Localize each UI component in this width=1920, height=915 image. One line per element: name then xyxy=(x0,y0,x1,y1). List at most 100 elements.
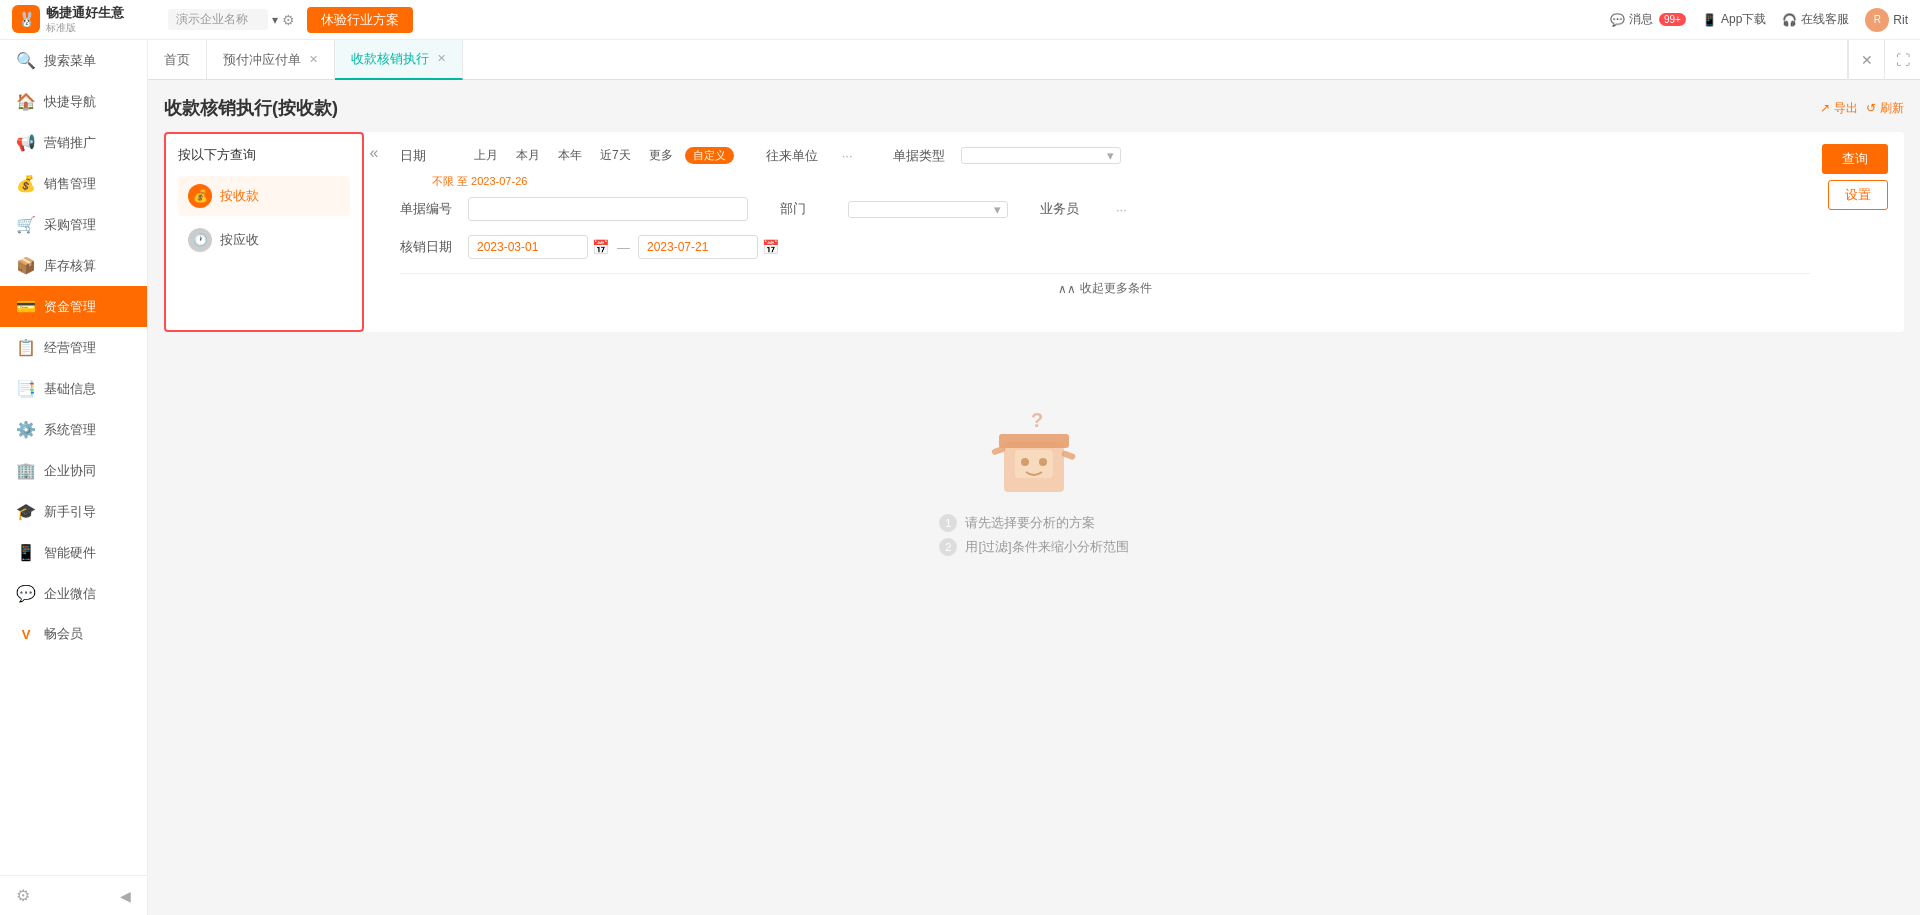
tab-collection-close[interactable]: ✕ xyxy=(437,52,446,65)
page-title: 收款核销执行(按收款) xyxy=(164,96,338,120)
svg-point-4 xyxy=(1039,458,1047,466)
date-btn-this-year[interactable]: 本年 xyxy=(552,145,588,166)
sidebar-item-funds[interactable]: 💳 资金管理 xyxy=(0,286,147,327)
sidebar-item-purchase[interactable]: 🛒 采购管理 xyxy=(0,204,147,245)
svg-rect-2 xyxy=(1015,450,1053,478)
date-filter: 上月 本月 本年 近7天 更多 自定义 xyxy=(468,145,734,166)
sidebar-item-enterprise[interactable]: 🏢 企业协同 xyxy=(0,450,147,491)
sidebar-collapse-icon[interactable]: ◀ xyxy=(120,888,131,904)
date-btn-7days[interactable]: 近7天 xyxy=(594,145,637,166)
verify-date-end-wrapper: 📅 xyxy=(638,235,779,259)
user-profile[interactable]: R Rit xyxy=(1865,8,1908,32)
query-left-title: 按以下方查询 xyxy=(178,146,350,164)
sidebar-item-inventory[interactable]: 📦 库存核算 xyxy=(0,245,147,286)
funds-icon: 💳 xyxy=(16,297,36,316)
online-service-button[interactable]: 🎧 在线客服 xyxy=(1782,11,1849,28)
hint-number-2: 2 xyxy=(939,538,957,556)
dept-arrow-icon: ▾ xyxy=(988,202,1007,217)
online-service-icon: 🎧 xyxy=(1782,13,1797,27)
date-btn-more[interactable]: 更多 xyxy=(643,145,679,166)
export-button[interactable]: ↗ 导出 xyxy=(1820,100,1858,117)
sidebar-item-operation[interactable]: 📋 经营管理 xyxy=(0,327,147,368)
collapse-up-icon: ∧∧ xyxy=(1058,282,1076,296)
staff-group: 业务员 ··· xyxy=(1040,198,1135,221)
message-badge: 99+ xyxy=(1659,13,1686,26)
staff-label: 业务员 xyxy=(1040,200,1100,218)
voucher-no-input[interactable] xyxy=(468,197,748,221)
company-dropdown-icon[interactable]: ▾ xyxy=(272,13,278,27)
sidebar-item-smart-hw[interactable]: 📱 智能硬件 xyxy=(0,532,147,573)
verify-date-start-input[interactable] xyxy=(468,235,588,259)
query-option-by-receivable[interactable]: 🕐 按应收 xyxy=(178,220,350,260)
tab-bar: 首页 预付冲应付单 ✕ 收款核销执行 ✕ ✕ ⛶ xyxy=(148,40,1920,80)
sidebar-item-system[interactable]: ⚙️ 系统管理 xyxy=(0,409,147,450)
date-btn-this-month[interactable]: 本月 xyxy=(510,145,546,166)
voucher-type-select[interactable]: ▾ xyxy=(961,147,1121,164)
counterpart-group: 往来单位 ··· xyxy=(766,144,861,167)
quick-nav-icon: 🏠 xyxy=(16,92,36,111)
tab-prepay[interactable]: 预付冲应付单 ✕ xyxy=(207,40,335,80)
svg-text:?: ? xyxy=(1031,409,1043,431)
refresh-button[interactable]: ↺ 刷新 xyxy=(1866,100,1904,117)
query-row-2: 单据编号 部门 ▾ xyxy=(400,197,1810,221)
tab-close-all-button[interactable]: ✕ xyxy=(1848,40,1884,80)
query-button[interactable]: 查询 xyxy=(1822,144,1888,174)
sidebar-item-basic-info[interactable]: 📑 基础信息 xyxy=(0,368,147,409)
company-selector[interactable]: 演示企业名称 xyxy=(168,9,268,30)
page-header: 收款核销执行(按收款) ↗ 导出 ↺ 刷新 xyxy=(164,96,1904,120)
empty-hint-2: 2 用[过滤]条件来缩小分析范围 xyxy=(939,538,1128,556)
operation-icon: 📋 xyxy=(16,338,36,357)
system-icon: ⚙️ xyxy=(16,420,36,439)
logo-icon: 🐰 xyxy=(12,5,40,33)
counterpart-input[interactable]: ··· xyxy=(834,144,861,167)
sidebar-item-sales[interactable]: 💰 销售管理 xyxy=(0,163,147,204)
inventory-icon: 📦 xyxy=(16,256,36,275)
tab-collection[interactable]: 收款核销执行 ✕ xyxy=(335,40,463,80)
verify-date-end-input[interactable] xyxy=(638,235,758,259)
query-right-panel: 日期 上月 本月 本年 近7天 更多 自定义 xyxy=(384,132,1904,332)
sidebar-item-guide[interactable]: 🎓 新手引导 xyxy=(0,491,147,532)
tab-prepay-close[interactable]: ✕ xyxy=(309,53,318,66)
setting-button[interactable]: 设置 xyxy=(1828,180,1888,210)
date-separator: — xyxy=(617,240,630,255)
basic-info-icon: 📑 xyxy=(16,379,36,398)
verify-date-label: 核销日期 xyxy=(400,238,460,256)
verify-date-start-calendar-icon[interactable]: 📅 xyxy=(592,239,609,255)
sidebar-settings-icon[interactable]: ⚙ xyxy=(16,886,30,905)
app-download-button[interactable]: 📱 App下载 xyxy=(1702,11,1766,28)
message-icon: 💬 xyxy=(1610,13,1625,27)
sidebar-item-wechat[interactable]: 💬 企业微信 xyxy=(0,573,147,614)
sidebar-item-member[interactable]: V 畅会员 xyxy=(0,614,147,654)
counterpart-label: 往来单位 xyxy=(766,147,826,165)
dept-select[interactable]: ▾ xyxy=(848,201,1008,218)
purchase-icon: 🛒 xyxy=(16,215,36,234)
voucher-type-group: 单据类型 ▾ xyxy=(893,147,1121,165)
message-button[interactable]: 💬 消息 99+ xyxy=(1610,11,1686,28)
settings-gear-icon[interactable]: ⚙ xyxy=(282,12,295,28)
tab-home[interactable]: 首页 xyxy=(148,40,207,80)
verify-date-group: 核销日期 📅 — 📅 xyxy=(400,235,779,259)
refresh-icon: ↺ xyxy=(1866,101,1876,115)
sidebar-item-marketing[interactable]: 📢 营销推广 xyxy=(0,122,147,163)
tab-expand-button[interactable]: ⛶ xyxy=(1884,40,1920,80)
query-collapse-button[interactable]: « xyxy=(364,132,384,332)
avatar: R xyxy=(1865,8,1889,32)
empty-hints: 1 请先选择要分析的方案 2 用[过滤]条件来缩小分析范围 xyxy=(939,514,1128,556)
query-option-by-receipt[interactable]: 💰 按收款 xyxy=(178,176,350,216)
collapse-more-button[interactable]: ∧∧ 收起更多条件 xyxy=(400,273,1810,303)
query-actions: 查询 设置 xyxy=(1810,144,1888,210)
empty-illustration: ? xyxy=(979,392,1089,502)
search-menu-icon: 🔍 xyxy=(16,51,36,70)
sidebar-item-search-menu[interactable]: 🔍 搜索菜单 xyxy=(0,40,147,81)
query-panel: 按以下方查询 💰 按收款 🕐 按应收 « xyxy=(164,132,1904,332)
sidebar-item-quick-nav[interactable]: 🏠 快捷导航 xyxy=(0,81,147,122)
svg-point-3 xyxy=(1021,458,1029,466)
industry-solution-button[interactable]: 休验行业方案 xyxy=(307,7,413,33)
marketing-icon: 📢 xyxy=(16,133,36,152)
smart-hw-icon: 📱 xyxy=(16,543,36,562)
empty-hint-1: 1 请先选择要分析的方案 xyxy=(939,514,1128,532)
date-custom-badge[interactable]: 自定义 xyxy=(685,147,734,164)
staff-input[interactable]: ··· xyxy=(1108,198,1135,221)
date-btn-last-month[interactable]: 上月 xyxy=(468,145,504,166)
verify-date-end-calendar-icon[interactable]: 📅 xyxy=(762,239,779,255)
